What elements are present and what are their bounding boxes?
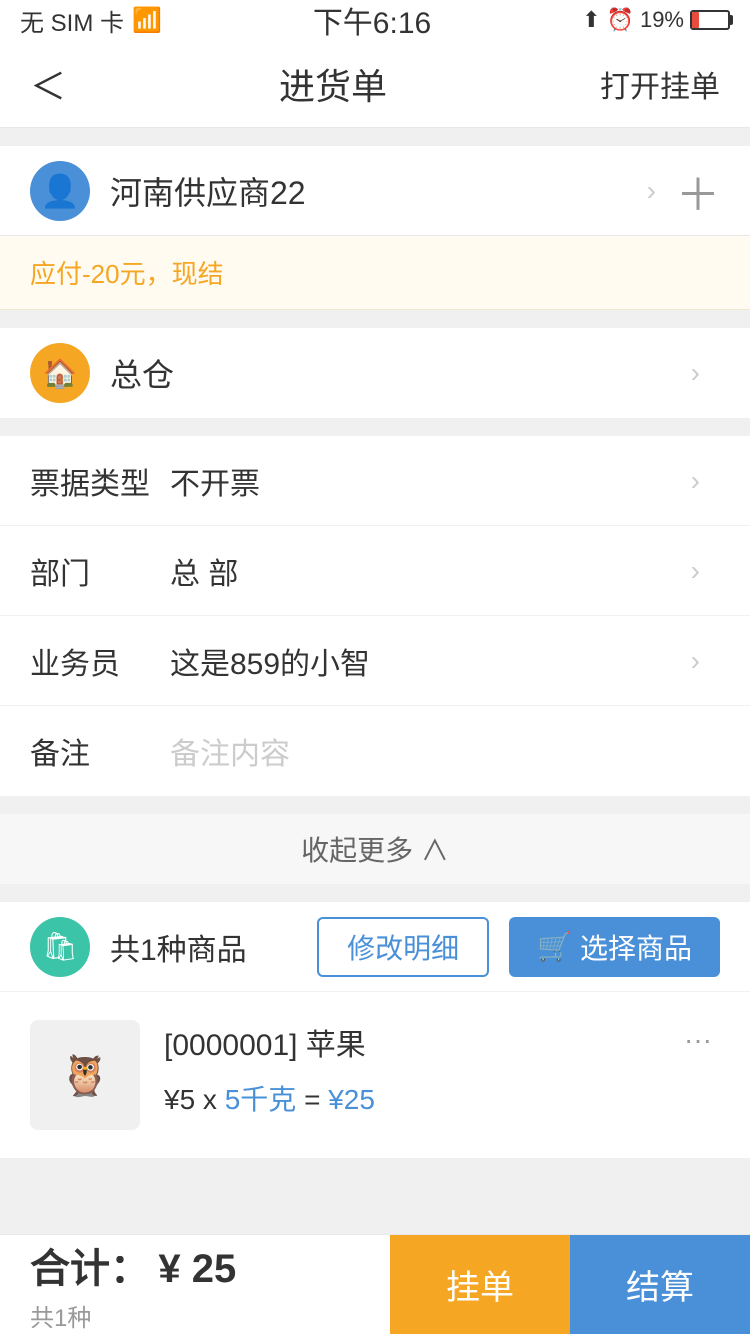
supplier-name[interactable]: 河南供应商22 (110, 168, 647, 214)
more-button[interactable]: ··· (676, 1020, 720, 1060)
notice-bar: 应付-20元，现结 (0, 236, 750, 310)
collapse-row[interactable]: 收起更多 ∧ (0, 814, 750, 884)
checkout-button[interactable]: 结算 (570, 1235, 750, 1334)
remark-input[interactable]: 备注内容 (170, 729, 720, 773)
open-hang-button[interactable]: 打开挂单 (600, 62, 720, 106)
product-item: 🦉 [0000001] 苹果 ¥5 x 5千克 = ¥25 ··· (0, 992, 750, 1158)
location-icon: ⬆ (582, 7, 600, 33)
warehouse-icon: 🏠 (43, 357, 78, 390)
product-header: 🛍 共1种商品 修改明细 🛒 选择商品 (0, 902, 750, 992)
hang-button[interactable]: 挂单 (390, 1235, 570, 1334)
alarm-icon: ⏰ (607, 7, 634, 33)
invoice-label: 票据类型 (30, 459, 170, 503)
sales-label: 业务员 (30, 639, 170, 683)
status-bar: 无 SIM 卡 📶 下午6:16 ⬆ ⏰ 19% (0, 0, 750, 40)
page-title: 进货单 (279, 58, 387, 110)
wifi-icon: 📶 (132, 6, 162, 35)
price-per-unit: ¥5 x (164, 1084, 225, 1115)
remark-label: 备注 (30, 729, 170, 773)
product-name: [0000001] 苹果 (164, 1020, 676, 1064)
total-price: ¥25 (328, 1084, 375, 1115)
warehouse-name[interactable]: 总仓 (110, 350, 691, 396)
status-right: ⬆ ⏰ 19% (582, 7, 730, 33)
supplier-avatar: 👤 (30, 161, 90, 221)
select-product-button[interactable]: 🛒 选择商品 (509, 917, 720, 977)
item-count: 共1种 (30, 1298, 360, 1333)
modify-detail-button[interactable]: 修改明细 (317, 917, 489, 977)
bottom-bar: 合计： ¥ 25 共1种 挂单 结算 (0, 1234, 750, 1334)
supplier-chevron-icon: › (647, 175, 656, 207)
quantity-value: 5千克 (225, 1084, 297, 1115)
dept-label: 部门 (30, 549, 170, 593)
product-section: 🛍 共1种商品 修改明细 🛒 选择商品 🦉 [0000001] 苹果 ¥5 x … (0, 902, 750, 1158)
form-section: 票据类型 不开票 › 部门 总 部 › 业务员 这是859的小智 › 备注 备注… (0, 436, 750, 796)
collapse-label: 收起更多 ∧ (301, 829, 449, 869)
sales-row[interactable]: 业务员 这是859的小智 › (0, 616, 750, 706)
divider-1 (0, 128, 750, 146)
carrier-label: 无 SIM 卡 (20, 3, 124, 38)
product-price: ¥5 x 5千克 = ¥25 (164, 1078, 676, 1118)
total-value: ¥ 25 (158, 1247, 236, 1291)
battery-percentage: 19% (640, 7, 684, 33)
warehouse-icon-wrap: 🏠 (30, 343, 90, 403)
cart-icon: 🛒 (537, 930, 572, 963)
product-thumbnail: 🦉 (30, 1020, 140, 1130)
divider-2 (0, 310, 750, 328)
invoice-row[interactable]: 票据类型 不开票 › (0, 436, 750, 526)
warehouse-row: 🏠 总仓 › (0, 328, 750, 418)
battery-fill (692, 12, 699, 28)
invoice-chevron-icon: › (691, 465, 700, 497)
nav-bar: ＜ 进货单 打开挂单 (0, 40, 750, 128)
remark-row[interactable]: 备注 备注内容 (0, 706, 750, 796)
avatar-icon: 👤 (40, 172, 80, 210)
dept-row[interactable]: 部门 总 部 › (0, 526, 750, 616)
dept-value: 总 部 (170, 549, 691, 593)
total-amount: 合计： ¥ 25 (30, 1236, 360, 1294)
dept-chevron-icon: › (691, 555, 700, 587)
supplier-row: 👤 河南供应商22 › ＋ (0, 146, 750, 236)
total-label: 合计： (30, 1247, 150, 1291)
warehouse-chevron-icon: › (691, 357, 700, 389)
sales-value: 这是859的小智 (170, 639, 691, 683)
summary-area: 合计： ¥ 25 共1种 (0, 1236, 390, 1333)
back-button[interactable]: ＜ (30, 58, 66, 110)
product-code: [0000001] 苹果 (164, 1029, 366, 1062)
status-left: 无 SIM 卡 📶 (20, 3, 162, 38)
battery-icon (690, 10, 730, 30)
product-bag-icon: 🛍 (42, 930, 78, 963)
notice-text: 应付-20元，现结 (30, 259, 224, 289)
invoice-value: 不开票 (170, 459, 691, 503)
product-count: 共1种商品 (110, 925, 317, 969)
equals-sign: = (304, 1084, 328, 1115)
product-icon-wrap: 🛍 (30, 917, 90, 977)
product-logo-icon: 🦉 (60, 1052, 110, 1099)
status-time: 下午6:16 (313, 0, 431, 42)
product-info: [0000001] 苹果 ¥5 x 5千克 = ¥25 (164, 1020, 676, 1118)
select-product-label: 选择商品 (580, 927, 692, 967)
add-supplier-button[interactable]: ＋ (676, 159, 720, 223)
sales-chevron-icon: › (691, 645, 700, 677)
